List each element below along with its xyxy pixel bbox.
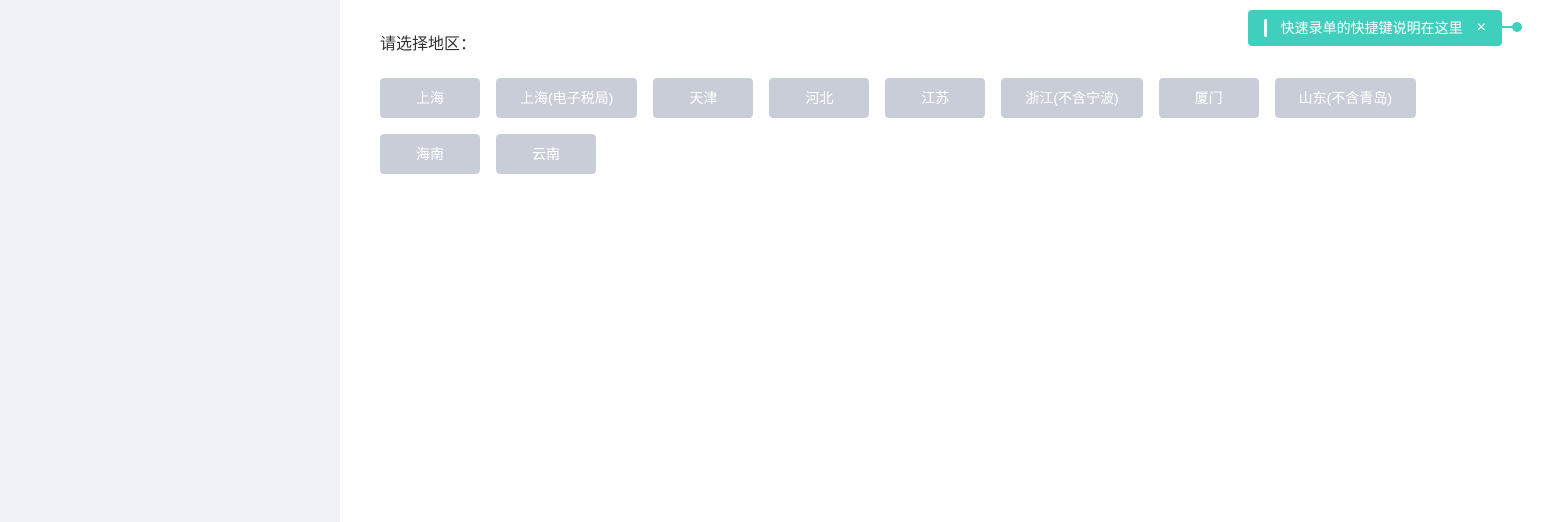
tooltip-dot <box>1512 22 1522 32</box>
region-button-shandong[interactable]: 山东(不含青岛) <box>1275 78 1416 118</box>
sidebar <box>0 0 340 522</box>
tooltip-line <box>1498 26 1512 28</box>
region-button-zhejiang[interactable]: 浙江(不含宁波) <box>1001 78 1142 118</box>
region-button-jiangsu[interactable]: 江苏 <box>885 78 985 118</box>
region-buttons: 上海上海(电子税局) 天津河北江苏浙江(不含宁波) 厦门山东(不含青岛) 海南云南 <box>380 78 1522 174</box>
tooltip-close-button[interactable]: × <box>1477 20 1486 36</box>
tooltip-banner: 快速录单的快捷键说明在这里 × <box>1248 10 1502 46</box>
region-button-xiamen[interactable]: 厦门 <box>1159 78 1259 118</box>
tooltip-text: 快速录单的快捷键说明在这里 <box>1281 18 1463 38</box>
region-button-hebei[interactable]: 河北 <box>769 78 869 118</box>
main-content: 请选择地区： 上海上海(电子税局)天津河北江苏浙江(不含宁波)厦门山东(不含青岛… <box>340 0 1562 522</box>
region-button-shanghai-etax[interactable]: 上海(电子税局) <box>496 78 637 118</box>
region-button-yunnan[interactable]: 云南 <box>496 134 596 174</box>
region-button-tianjin[interactable]: 天津 <box>653 78 753 118</box>
region-button-shanghai[interactable]: 上海 <box>380 78 480 118</box>
region-button-hainan[interactable]: 海南 <box>380 134 480 174</box>
